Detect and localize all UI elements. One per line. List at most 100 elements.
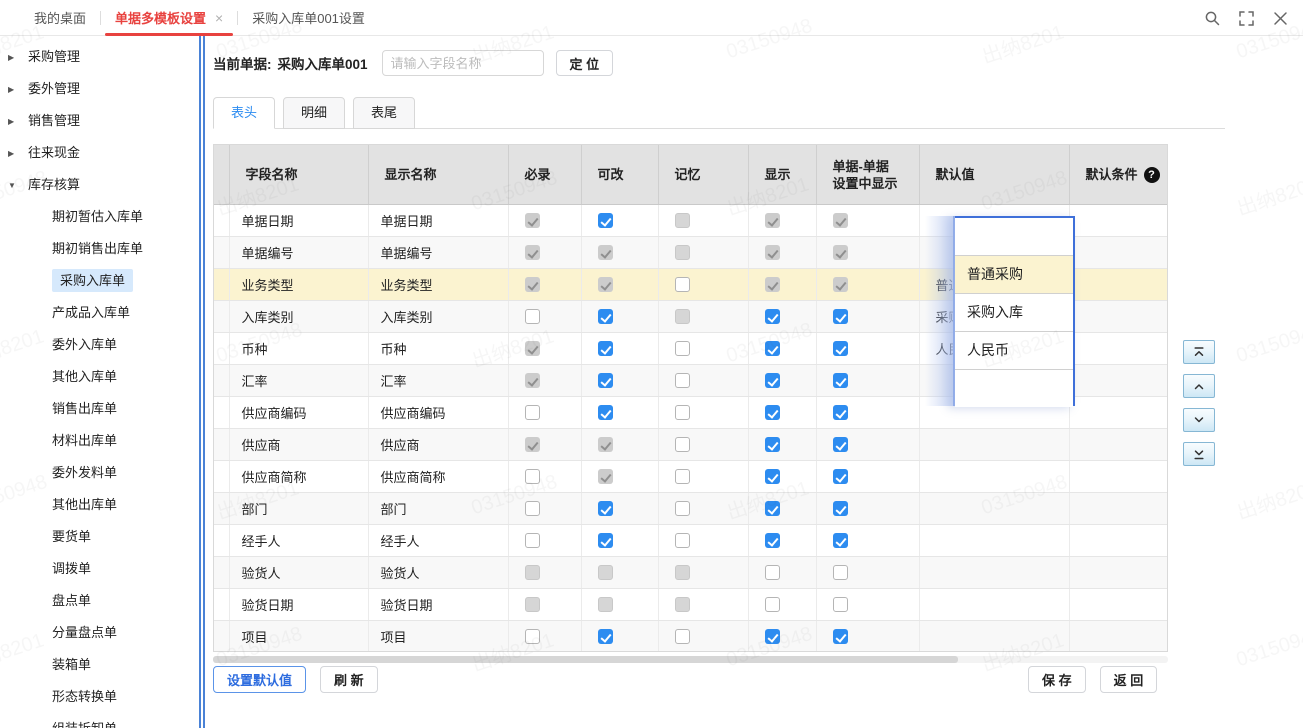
table-row[interactable]: 验货日期 验货日期: [214, 588, 1167, 621]
checkbox-required[interactable]: [524, 469, 540, 484]
table-row[interactable]: 经手人 经手人: [214, 524, 1167, 557]
default-condition-cell[interactable]: [1069, 620, 1167, 651]
default-condition-cell[interactable]: [1069, 396, 1167, 429]
default-value-cell[interactable]: [919, 492, 1070, 525]
checkbox-memory[interactable]: [674, 469, 690, 484]
expand-arrow-icon[interactable]: ▶: [8, 74, 28, 106]
checkbox-doc_setting_visible[interactable]: [832, 341, 848, 356]
help-icon[interactable]: ?: [1143, 166, 1160, 183]
sidebar-item[interactable]: 期初销售出库单: [0, 233, 199, 265]
back-button[interactable]: 返 回: [1099, 666, 1158, 693]
search-icon[interactable]: [1204, 10, 1221, 27]
tab-表尾[interactable]: 表尾: [353, 97, 416, 129]
checkbox-editable[interactable]: [597, 341, 613, 356]
sidebar-item[interactable]: 委外入库单: [0, 329, 199, 361]
sidebar-item[interactable]: 装箱单: [0, 649, 199, 681]
default-value-cell[interactable]: [919, 524, 1070, 557]
default-condition-cell[interactable]: [1069, 524, 1167, 557]
collapse-arrow-icon[interactable]: ▼: [8, 170, 28, 202]
sidebar-item[interactable]: 组装拆卸单: [0, 713, 199, 728]
checkbox-visible[interactable]: [764, 309, 780, 324]
checkbox-visible[interactable]: [764, 373, 780, 388]
refresh-button[interactable]: 刷 新: [320, 666, 378, 693]
sidebar-item[interactable]: ▶ 委外管理: [0, 73, 199, 105]
checkbox-required[interactable]: [524, 405, 540, 420]
checkbox-doc_setting_visible[interactable]: [832, 373, 848, 388]
tab-明细[interactable]: 明细: [283, 97, 346, 129]
expand-arrow-icon[interactable]: ▶: [8, 106, 28, 138]
checkbox-visible[interactable]: [764, 469, 780, 484]
checkbox-doc_setting_visible[interactable]: [832, 597, 848, 612]
horizontal-scrollbar[interactable]: [213, 656, 1168, 663]
checkbox-required[interactable]: [524, 629, 540, 644]
window-tab[interactable]: 我的桌面: [20, 0, 100, 36]
checkbox-visible[interactable]: [764, 405, 780, 420]
default-condition-cell[interactable]: [1069, 460, 1167, 493]
checkbox-visible[interactable]: [764, 565, 780, 580]
table-row[interactable]: 项目 项目: [214, 620, 1167, 651]
checkbox-doc_setting_visible[interactable]: [832, 405, 848, 420]
move-up-button[interactable]: [1183, 374, 1215, 398]
default-condition-cell[interactable]: [1069, 332, 1167, 365]
checkbox-doc_setting_visible[interactable]: [832, 629, 848, 644]
sidebar-item[interactable]: 调拨单: [0, 553, 199, 585]
checkbox-memory[interactable]: [674, 277, 690, 292]
default-value-cell[interactable]: [919, 620, 1070, 651]
sidebar-item[interactable]: 分量盘点单: [0, 617, 199, 649]
default-condition-cell[interactable]: [1069, 588, 1167, 621]
move-bottom-button[interactable]: [1183, 442, 1215, 466]
save-button[interactable]: 保 存: [1028, 666, 1086, 693]
default-condition-cell[interactable]: [1069, 428, 1167, 461]
checkbox-required[interactable]: [524, 309, 540, 324]
move-top-button[interactable]: [1183, 340, 1215, 364]
checkbox-editable[interactable]: [597, 309, 613, 324]
sidebar-item[interactable]: 其他出库单: [0, 489, 199, 521]
default-value-cell[interactable]: [919, 556, 1070, 589]
expand-arrow-icon[interactable]: ▶: [8, 42, 28, 74]
dropdown-option[interactable]: 普通采购: [955, 256, 1073, 294]
sidebar-item[interactable]: 销售出库单: [0, 393, 199, 425]
checkbox-editable[interactable]: [597, 629, 613, 644]
checkbox-doc_setting_visible[interactable]: [832, 469, 848, 484]
checkbox-visible[interactable]: [764, 597, 780, 612]
sidebar-item[interactable]: ▶ 采购管理: [0, 41, 199, 73]
sidebar-item[interactable]: 期初暂估入库单: [0, 201, 199, 233]
sidebar-item[interactable]: 产成品入库单: [0, 297, 199, 329]
checkbox-doc_setting_visible[interactable]: [832, 309, 848, 324]
checkbox-memory[interactable]: [674, 501, 690, 516]
sidebar-item[interactable]: 采购入库单: [0, 265, 199, 297]
default-condition-cell[interactable]: [1069, 300, 1167, 333]
dropdown-option[interactable]: [955, 370, 1073, 407]
default-condition-cell[interactable]: [1069, 556, 1167, 589]
sidebar-item[interactable]: ▶ 销售管理: [0, 105, 199, 137]
table-row[interactable]: 供应商简称 供应商简称: [214, 460, 1167, 493]
default-value-cell[interactable]: [919, 588, 1070, 621]
default-condition-cell[interactable]: [1069, 492, 1167, 525]
checkbox-required[interactable]: [524, 501, 540, 516]
checkbox-editable[interactable]: [597, 501, 613, 516]
default-condition-cell[interactable]: [1069, 364, 1167, 397]
checkbox-editable[interactable]: [597, 213, 613, 228]
sidebar-item[interactable]: ▶ 往来现金: [0, 137, 199, 169]
set-default-value-button[interactable]: 设置默认值: [213, 666, 307, 693]
tab-表头[interactable]: 表头: [213, 97, 276, 129]
table-row[interactable]: 部门 部门: [214, 492, 1167, 525]
sidebar-item[interactable]: ▼ 库存核算: [0, 169, 199, 201]
field-search-input[interactable]: [381, 50, 544, 76]
dropdown-option[interactable]: 人民币: [955, 332, 1073, 370]
dropdown-option[interactable]: 采购入库: [955, 294, 1073, 332]
checkbox-editable[interactable]: [597, 373, 613, 388]
checkbox-memory[interactable]: [674, 629, 690, 644]
fullscreen-icon[interactable]: [1238, 10, 1255, 27]
checkbox-visible[interactable]: [764, 501, 780, 516]
sidebar-item[interactable]: 盘点单: [0, 585, 199, 617]
checkbox-doc_setting_visible[interactable]: [832, 437, 848, 452]
close-icon[interactable]: [1272, 10, 1289, 27]
locate-button[interactable]: 定 位: [555, 50, 614, 76]
sidebar-item[interactable]: 其他入库单: [0, 361, 199, 393]
default-value-cell[interactable]: [919, 428, 1070, 461]
checkbox-editable[interactable]: [597, 405, 613, 420]
window-tab[interactable]: 采购入库单001设置: [238, 0, 379, 36]
sidebar-item[interactable]: 材料出库单: [0, 425, 199, 457]
tab-close-icon[interactable]: ×: [215, 10, 223, 26]
